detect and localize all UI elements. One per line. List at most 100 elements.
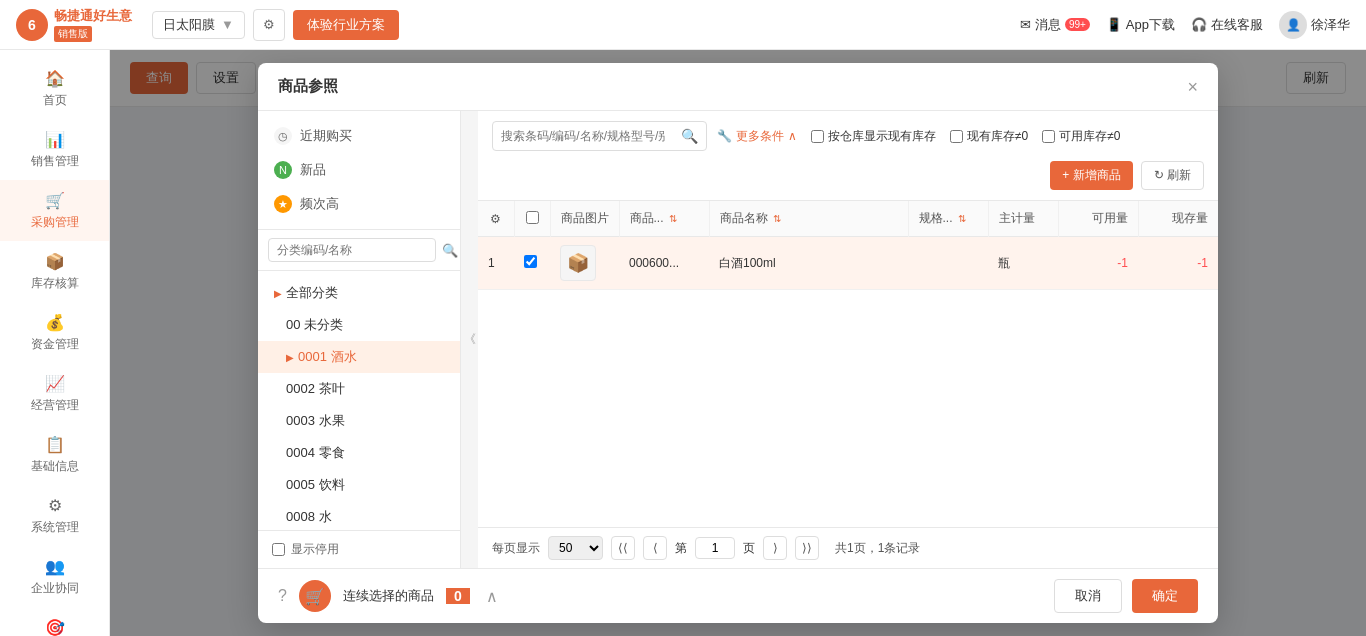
current-page-input[interactable] [695, 537, 735, 559]
row-code-cell: 000600... [619, 237, 709, 290]
category-item-uncategorized[interactable]: 00 未分类 [258, 309, 460, 341]
checkbox-usable-label[interactable]: 可用库存≠0 [1042, 128, 1120, 145]
table-row[interactable]: 1 📦 000600... [478, 237, 1218, 290]
filter-button[interactable]: 🔧 更多条件 ∧ [717, 128, 797, 145]
avatar: 👤 [1279, 11, 1307, 39]
th-name-label: 商品名称 [720, 211, 768, 225]
sidebar-item-inventory[interactable]: 📦 库存核算 [0, 241, 109, 302]
tab-label-freq: 频次高 [300, 195, 339, 213]
purchase-icon: 🛒 [45, 190, 65, 210]
new-icon: N [274, 161, 292, 179]
help-icon[interactable]: ? [278, 587, 287, 605]
total-info: 共1页，1条记录 [835, 540, 920, 557]
cancel-button[interactable]: 取消 [1054, 579, 1122, 613]
message-badge: 99+ [1065, 18, 1090, 31]
nav-right: ✉ 消息 99+ 📱 App下载 🎧 在线客服 👤 徐泽华 [1020, 11, 1350, 39]
sidebar-item-system[interactable]: ⚙ 系统管理 [0, 485, 109, 546]
sidebar-item-operations[interactable]: 📈 经营管理 [0, 363, 109, 424]
modal-overlay: 商品参照 × ◷ 近期购买 [110, 50, 1366, 636]
page-di-label: 第 [675, 540, 687, 557]
th-spec[interactable]: 规格... ⇅ [908, 201, 988, 237]
page-label: 页 [743, 540, 755, 557]
checkbox-available[interactable] [950, 130, 963, 143]
first-page-button[interactable]: ⟨⟨ [611, 536, 635, 560]
freq-icon: ★ [274, 195, 292, 213]
product-search-input[interactable] [493, 129, 673, 143]
th-unit: 主计量 [988, 201, 1058, 237]
online-service-button[interactable]: 🎧 在线客服 [1191, 16, 1263, 34]
sort-code-icon: ⇅ [669, 213, 677, 224]
sidebar-item-basic-info[interactable]: 📋 基础信息 [0, 424, 109, 485]
tab-label-new: 新品 [300, 161, 326, 179]
th-settings[interactable]: ⚙ [478, 201, 514, 237]
navbar: 6 畅捷通好生意 销售版 日太阳膜 ▼ ⚙ 体验行业方案 ✉ 消息 99+ 📱 … [0, 0, 1366, 50]
checkbox-usable[interactable] [1042, 130, 1055, 143]
th-product-code[interactable]: 商品... ⇅ [619, 201, 709, 237]
logo-text: 畅捷通好生意 销售版 [54, 7, 132, 42]
tab-new-products[interactable]: N 新品 [258, 153, 460, 187]
select-all-checkbox[interactable] [526, 211, 539, 224]
category-search-input[interactable] [268, 238, 436, 262]
home-icon: 🏠 [45, 68, 65, 88]
row-available: -1 [1117, 256, 1128, 270]
sidebar-item-finance[interactable]: 💰 资金管理 [0, 302, 109, 363]
last-page-button[interactable]: ⟩⟩ [795, 536, 819, 560]
logo-icon: 6 [16, 9, 48, 41]
prev-page-button[interactable]: ⟨ [643, 536, 667, 560]
category-item-water[interactable]: 0008 水 [258, 501, 460, 530]
logo-area: 6 畅捷通好生意 销售版 [16, 7, 132, 42]
trial-button[interactable]: 体验行业方案 [293, 10, 399, 40]
next-page-button[interactable]: ⟩ [763, 536, 787, 560]
confirm-button[interactable]: 确定 [1132, 579, 1198, 613]
recent-icon: ◷ [274, 127, 292, 145]
category-item-all[interactable]: ▶ 全部分类 [258, 277, 460, 309]
show-disabled-label: 显示停用 [291, 541, 339, 558]
shop-selector[interactable]: 日太阳膜 ▼ [152, 11, 245, 39]
settings-icon[interactable]: ⚙ [253, 9, 285, 41]
cart-button[interactable]: 🛒 [299, 580, 331, 612]
toolbar-actions: + 新增商品 ↻ 刷新 [1050, 161, 1204, 190]
page-size-select[interactable]: 20 50 100 [548, 536, 603, 560]
main-area: 查询 设置 刷新 商品参照 × [110, 50, 1366, 636]
th-stock-label: 现存量 [1172, 211, 1208, 225]
show-disabled-area: 显示停用 [258, 530, 460, 568]
category-item-beverage[interactable]: 0005 饮料 [258, 469, 460, 501]
page-size-label: 每页显示 [492, 540, 540, 557]
sidebar: 🏠 首页 📊 销售管理 🛒 采购管理 📦 库存核算 💰 资金管理 📈 经营管理 … [0, 50, 110, 636]
left-panel: ◷ 近期购买 N 新品 ★ 频次高 [258, 111, 460, 568]
category-item-fruit[interactable]: 0003 水果 [258, 405, 460, 437]
checkbox-available-label[interactable]: 现有库存≠0 [950, 128, 1028, 145]
category-search-icon[interactable]: 🔍 [442, 243, 458, 258]
left-panel-collapse-button[interactable]: 《 [460, 111, 478, 568]
row-checkbox[interactable] [524, 255, 537, 268]
pagination-area: 每页显示 20 50 100 ⟨⟨ ⟨ 第 页 ⟩ [478, 527, 1218, 568]
modal-close-button[interactable]: × [1187, 78, 1198, 96]
checkbox-warehouse[interactable] [811, 130, 824, 143]
category-item-tea[interactable]: 0002 茶叶 [258, 373, 460, 405]
operations-icon: 📈 [45, 373, 65, 393]
category-item-wine[interactable]: ▶ 0001 酒水 [258, 341, 460, 373]
sidebar-item-purchase[interactable]: 🛒 采购管理 [0, 180, 109, 241]
sidebar-item-home[interactable]: 🏠 首页 [0, 58, 109, 119]
category-tree: ▶ 全部分类 00 未分类 ▶ 0001 酒水 [258, 271, 460, 530]
app-download-button[interactable]: 📱 App下载 [1106, 16, 1175, 34]
tab-recent-purchase[interactable]: ◷ 近期购买 [258, 119, 460, 153]
sidebar-item-collab[interactable]: 👥 企业协同 [0, 546, 109, 607]
show-disabled-checkbox[interactable] [272, 543, 285, 556]
modal-body: ◷ 近期购买 N 新品 ★ 频次高 [258, 111, 1218, 568]
sidebar-item-guide[interactable]: 🎯 新手引导 [0, 607, 109, 636]
add-product-button[interactable]: + 新增商品 [1050, 161, 1132, 190]
left-panel-wrapper: ◷ 近期购买 N 新品 ★ 频次高 [258, 111, 478, 568]
category-item-snack[interactable]: 0004 零食 [258, 437, 460, 469]
user-area[interactable]: 👤 徐泽华 [1279, 11, 1350, 39]
footer-collapse-icon[interactable]: ∧ [486, 587, 498, 606]
left-quick-tabs: ◷ 近期购买 N 新品 ★ 频次高 [258, 111, 460, 230]
sidebar-item-sales[interactable]: 📊 销售管理 [0, 119, 109, 180]
refresh-product-button[interactable]: ↻ 刷新 [1141, 161, 1204, 190]
message-button[interactable]: ✉ 消息 99+ [1020, 16, 1090, 34]
row-unit-cell: 瓶 [988, 237, 1058, 290]
product-search-button[interactable]: 🔍 [673, 128, 706, 144]
th-product-name[interactable]: 商品名称 ⇅ [709, 201, 908, 237]
checkbox-warehouse-label[interactable]: 按仓库显示现有库存 [811, 128, 936, 145]
tab-frequent[interactable]: ★ 频次高 [258, 187, 460, 221]
